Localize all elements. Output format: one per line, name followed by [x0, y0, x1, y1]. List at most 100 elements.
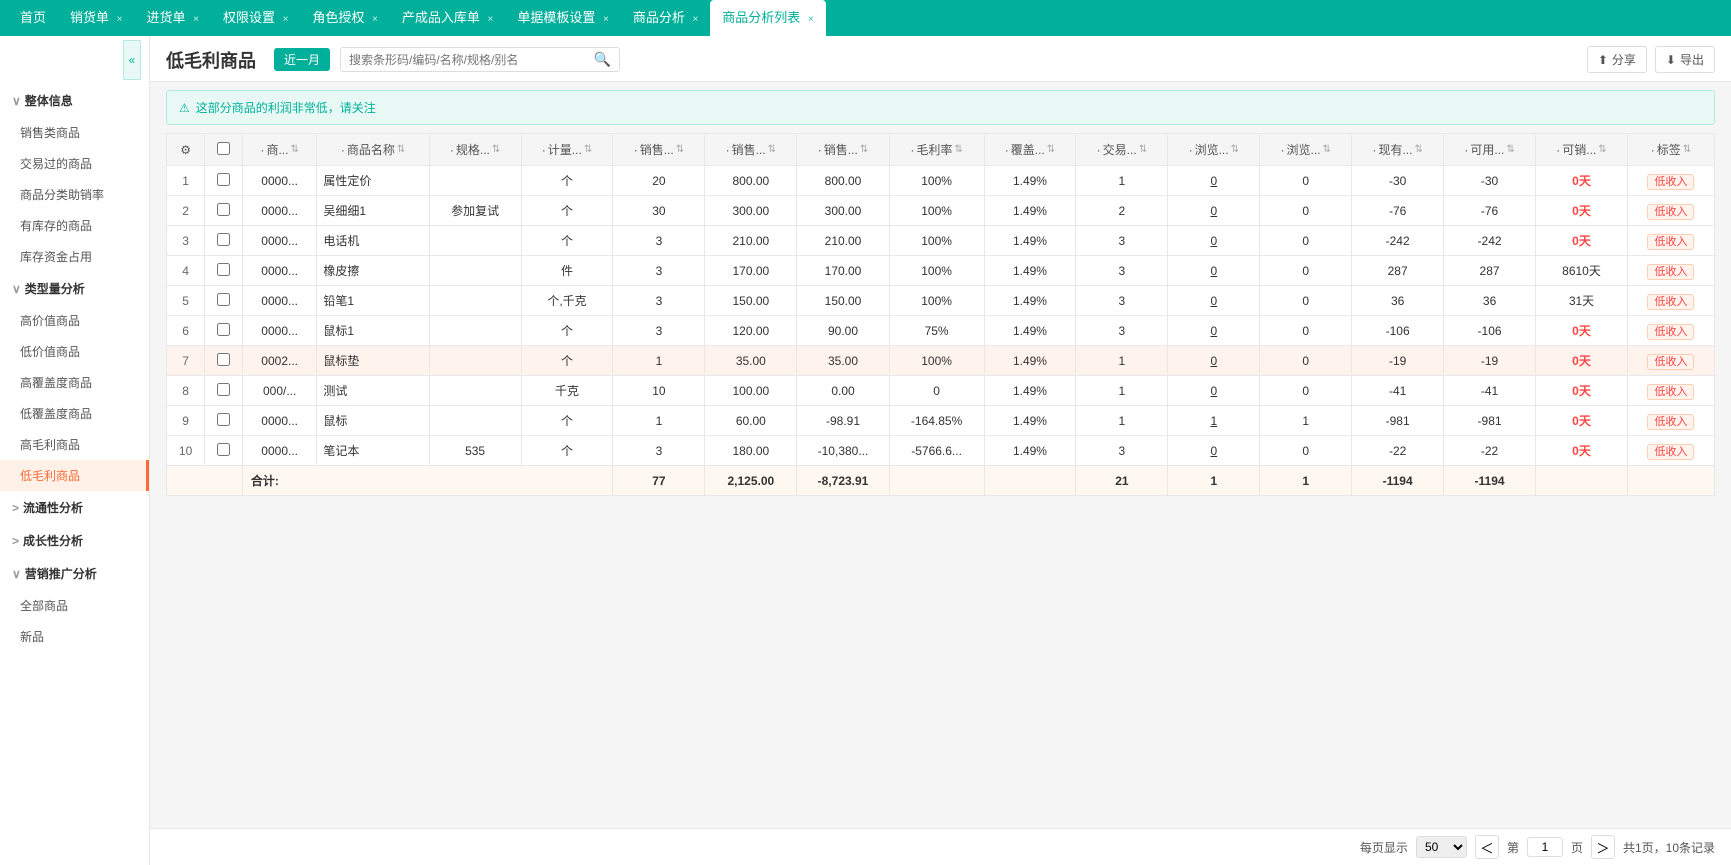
row-checkbox[interactable]: [217, 353, 230, 366]
row-checkbox-cell[interactable]: [205, 376, 243, 406]
th-settings[interactable]: ⚙: [167, 134, 205, 166]
views1-value[interactable]: 0: [1210, 174, 1217, 188]
row-checkbox-cell[interactable]: [205, 196, 243, 226]
nav-close-sales[interactable]: ×: [117, 14, 123, 25]
search-input[interactable]: [349, 53, 594, 67]
views1-value[interactable]: 0: [1210, 294, 1217, 308]
row-views1[interactable]: 0: [1168, 256, 1260, 286]
th-sales-price[interactable]: · 销售...⇅: [705, 134, 797, 166]
export-button[interactable]: ⬇ 导出: [1655, 46, 1715, 73]
prev-page-button[interactable]: ＜: [1475, 835, 1499, 859]
sidebar-item-category-rate[interactable]: 商品分类助销率: [0, 179, 149, 210]
row-views1[interactable]: 0: [1168, 436, 1260, 466]
sidebar-item-low-value[interactable]: 低价值商品: [0, 336, 149, 367]
row-checkbox[interactable]: [217, 323, 230, 336]
sidebar-item-new-goods[interactable]: 新品: [0, 621, 149, 652]
views1-value[interactable]: 0: [1210, 324, 1217, 338]
th-gross-margin[interactable]: · 毛利率⇅: [889, 134, 984, 166]
th-views1[interactable]: · 浏览...⇅: [1168, 134, 1260, 166]
row-checkbox[interactable]: [217, 263, 230, 276]
views1-value[interactable]: 0: [1210, 204, 1217, 218]
nav-product-entry[interactable]: 产成品入库单 ×: [390, 0, 505, 36]
nav-close-permissions[interactable]: ×: [283, 14, 289, 25]
nav-close-purchase[interactable]: ×: [193, 14, 199, 25]
sidebar-item-traded-goods[interactable]: 交易过的商品: [0, 148, 149, 179]
select-all-checkbox[interactable]: [217, 142, 230, 155]
nav-close-product-analysis-list[interactable]: ×: [808, 14, 814, 25]
th-coverage[interactable]: · 覆盖...⇅: [984, 134, 1076, 166]
row-checkbox[interactable]: [217, 443, 230, 456]
row-checkbox-cell[interactable]: [205, 406, 243, 436]
nav-close-product-entry[interactable]: ×: [488, 14, 494, 25]
row-checkbox-cell[interactable]: [205, 436, 243, 466]
sidebar-item-stock-goods[interactable]: 有库存的商品: [0, 210, 149, 241]
th-checkbox[interactable]: [205, 134, 243, 166]
sidebar-item-high-value[interactable]: 高价值商品: [0, 305, 149, 336]
nav-close-product-analysis[interactable]: ×: [692, 14, 698, 25]
th-transactions[interactable]: · 交易...⇅: [1076, 134, 1168, 166]
row-checkbox-cell[interactable]: [205, 286, 243, 316]
page-size-select[interactable]: 50 100 200: [1416, 836, 1467, 858]
row-views1[interactable]: 0: [1168, 316, 1260, 346]
sidebar-group-marketing-title[interactable]: ∨ 营销推广分析: [0, 557, 149, 590]
views1-value[interactable]: 0: [1210, 264, 1217, 278]
row-views1[interactable]: 0: [1168, 286, 1260, 316]
row-checkbox[interactable]: [217, 233, 230, 246]
nav-close-template[interactable]: ×: [603, 14, 609, 25]
th-sales-qty[interactable]: · 销售...⇅: [613, 134, 705, 166]
nav-sales[interactable]: 销货单 ×: [58, 0, 134, 36]
sidebar-group-liquidity-title[interactable]: > 流通性分析: [0, 491, 149, 524]
sidebar-item-high-coverage[interactable]: 高覆盖度商品: [0, 367, 149, 398]
sidebar-item-low-coverage[interactable]: 低覆盖度商品: [0, 398, 149, 429]
views1-value[interactable]: 0: [1210, 384, 1217, 398]
sidebar-collapse-btn[interactable]: «: [123, 40, 141, 80]
th-current-stock[interactable]: · 现有...⇅: [1352, 134, 1444, 166]
row-checkbox-cell[interactable]: [205, 166, 243, 196]
row-checkbox-cell[interactable]: [205, 226, 243, 256]
row-checkbox-cell[interactable]: [205, 346, 243, 376]
sidebar-item-sales-goods[interactable]: 销售类商品: [0, 117, 149, 148]
row-checkbox[interactable]: [217, 383, 230, 396]
row-views1[interactable]: 1: [1168, 406, 1260, 436]
table-container[interactable]: ⚙ · 商...⇅ · 商品名称⇅ · 规格...⇅ · 计量...⇅ · 销售…: [150, 133, 1731, 828]
row-views1[interactable]: 0: [1168, 376, 1260, 406]
row-checkbox-cell[interactable]: [205, 316, 243, 346]
th-code[interactable]: · 商...⇅: [242, 134, 317, 166]
sidebar-item-low-margin[interactable]: 低毛利商品: [0, 460, 149, 491]
nav-roles[interactable]: 角色授权 ×: [300, 0, 389, 36]
sidebar-group-growth-title[interactable]: > 成长性分析: [0, 524, 149, 557]
th-views2[interactable]: · 浏览...⇅: [1260, 134, 1352, 166]
row-checkbox-cell[interactable]: [205, 256, 243, 286]
nav-template[interactable]: 单据模板设置 ×: [505, 0, 620, 36]
row-views1[interactable]: 0: [1168, 346, 1260, 376]
th-sales-profit[interactable]: · 销售...⇅: [797, 134, 889, 166]
nav-product-analysis-list[interactable]: 商品分析列表 ×: [710, 0, 825, 36]
row-checkbox[interactable]: [217, 203, 230, 216]
views1-value[interactable]: 0: [1210, 444, 1217, 458]
row-checkbox[interactable]: [217, 293, 230, 306]
sidebar-group-overall-title[interactable]: ∨ 整体信息: [0, 84, 149, 117]
sidebar-item-all-goods[interactable]: 全部商品: [0, 590, 149, 621]
th-tag[interactable]: · 标签⇅: [1627, 134, 1714, 166]
row-checkbox[interactable]: [217, 413, 230, 426]
views1-value[interactable]: 0: [1210, 354, 1217, 368]
th-sellable[interactable]: · 可销...⇅: [1536, 134, 1628, 166]
row-views1[interactable]: 0: [1168, 196, 1260, 226]
page-number-input[interactable]: [1527, 837, 1563, 857]
views1-value[interactable]: 0: [1210, 234, 1217, 248]
row-views1[interactable]: 0: [1168, 166, 1260, 196]
time-filter-button[interactable]: 近一月: [274, 48, 330, 71]
row-views1[interactable]: 0: [1168, 226, 1260, 256]
sidebar-group-type-title[interactable]: ∨ 类型量分析: [0, 272, 149, 305]
row-checkbox[interactable]: [217, 173, 230, 186]
th-name[interactable]: · 商品名称⇅: [317, 134, 429, 166]
nav-purchase[interactable]: 进货单 ×: [134, 0, 210, 36]
nav-home[interactable]: 首页: [8, 0, 58, 36]
nav-close-roles[interactable]: ×: [372, 14, 378, 25]
sidebar-item-stock-funds[interactable]: 库存资金占用: [0, 241, 149, 272]
nav-product-analysis[interactable]: 商品分析 ×: [621, 0, 710, 36]
nav-permissions[interactable]: 权限设置 ×: [211, 0, 300, 36]
th-spec[interactable]: · 规格...⇅: [429, 134, 521, 166]
th-unit[interactable]: · 计量...⇅: [521, 134, 613, 166]
th-available[interactable]: · 可用...⇅: [1444, 134, 1536, 166]
